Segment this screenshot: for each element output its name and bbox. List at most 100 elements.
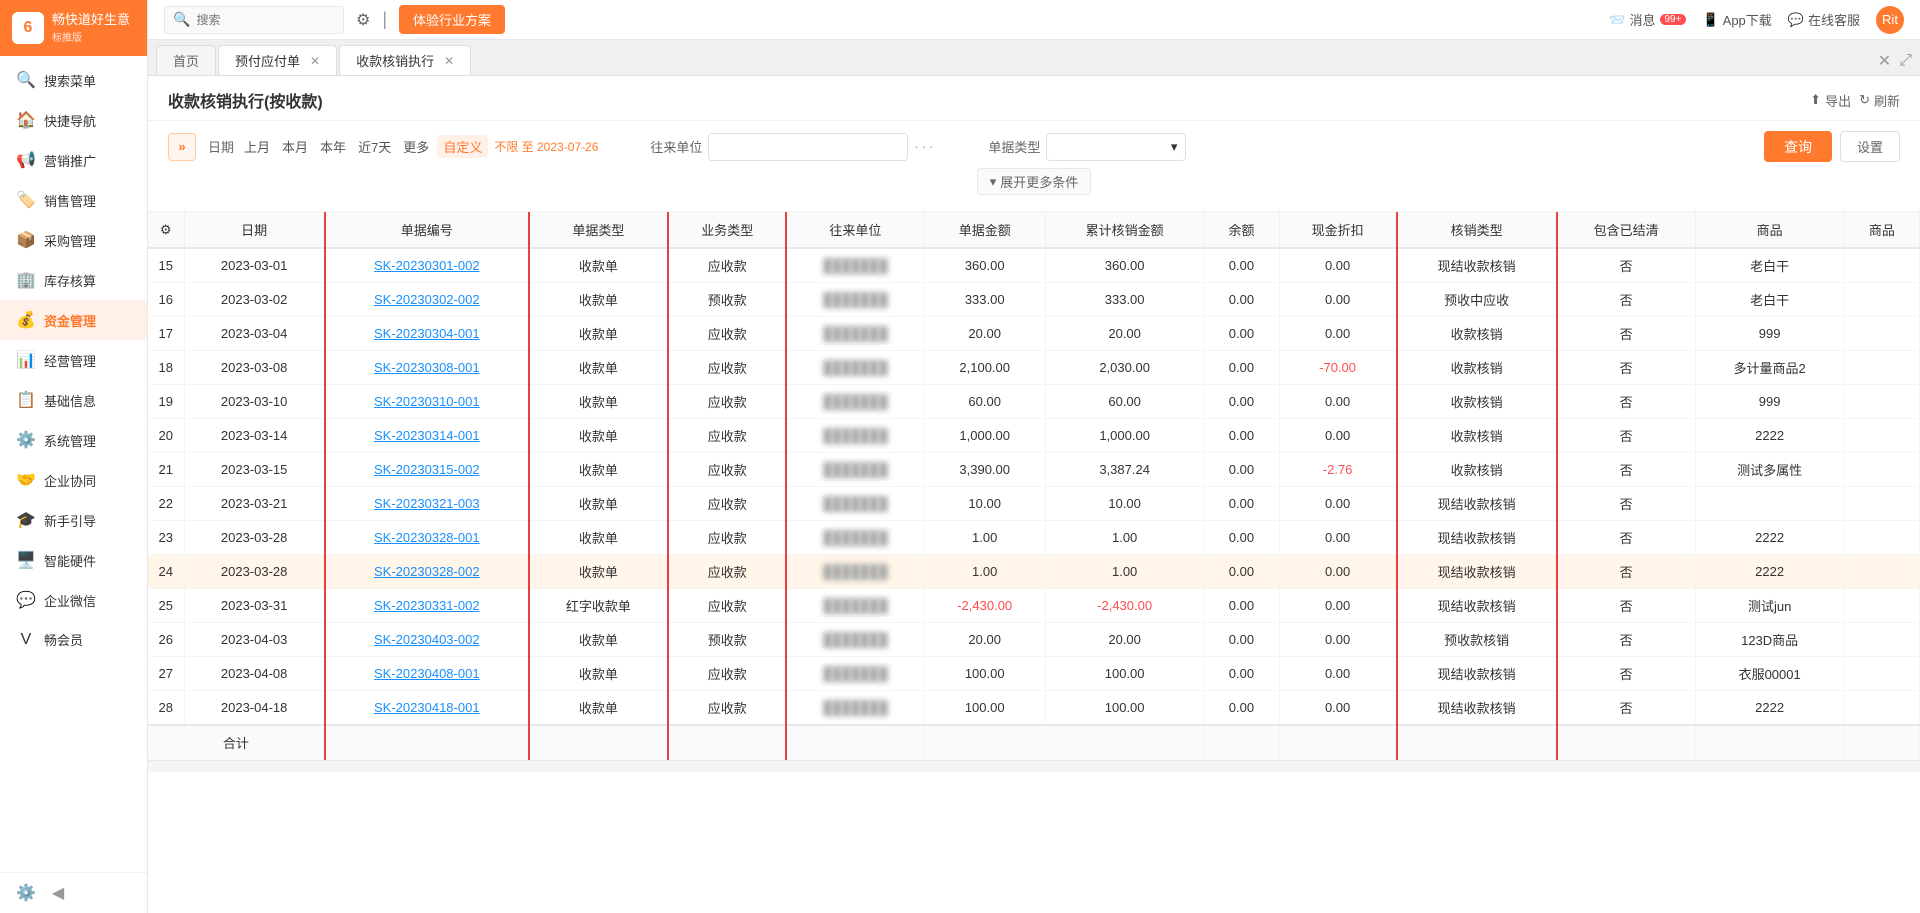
refresh-button[interactable]: ↻ 刷新 — [1859, 91, 1900, 110]
cell-slip-type: 收款单 — [529, 487, 668, 521]
message-icon: 📨 — [1609, 12, 1625, 28]
tab-collection[interactable]: 收款核销执行 ✕ — [339, 45, 471, 75]
cell-date: 2023-04-18 — [184, 691, 325, 726]
th-settings[interactable]: ⚙ — [148, 212, 184, 248]
cell-discount: 0.00 — [1279, 623, 1397, 657]
cell-verify-type: 预收款核销 — [1397, 623, 1557, 657]
slip-type-select[interactable]: ▾ — [1046, 133, 1186, 161]
slip-no-link[interactable]: SK-20230321-003 — [374, 496, 480, 511]
filter-expand-btn[interactable]: » — [168, 133, 196, 161]
slip-no-link[interactable]: SK-20230310-001 — [374, 394, 480, 409]
topbar-industry-btn[interactable]: 体验行业方案 — [399, 5, 505, 34]
date-this-month[interactable]: 本月 — [278, 135, 312, 158]
sidebar: 6 畅快道好生意 标推版 🔍 搜索菜单 🏠 快捷导航 📢 营销推广 🏷️ 销售管… — [0, 0, 148, 913]
topbar-service[interactable]: 💬 在线客服 — [1788, 10, 1860, 29]
date-more[interactable]: 更多 — [399, 135, 433, 158]
cell-no: 19 — [148, 385, 184, 419]
cell-amount: 100.00 — [924, 657, 1045, 691]
sidebar-item-hardware[interactable]: 🖥️ 智能硬件 — [0, 540, 147, 580]
system-icon: ⚙️ — [16, 430, 36, 450]
sidebar-item-member-label: 畅会员 — [44, 630, 83, 649]
tab-prepay-close[interactable]: ✕ — [310, 54, 320, 68]
tab-home[interactable]: 首页 — [156, 45, 216, 75]
cell-partner: ███████ — [786, 521, 924, 555]
sidebar-item-purchase[interactable]: 📦 采购管理 — [0, 220, 147, 260]
tab-collection-close[interactable]: ✕ — [444, 54, 454, 68]
cell-no: 22 — [148, 487, 184, 521]
cell-biz-type: 应收款 — [668, 589, 786, 623]
topbar-avatar[interactable]: Rit — [1876, 6, 1904, 34]
filter-settings-button[interactable]: 设置 — [1840, 131, 1900, 162]
cell-partner: ███████ — [786, 351, 924, 385]
cell-slip-no: SK-20230302-002 — [325, 283, 529, 317]
sidebar-item-wechat[interactable]: 💬 企业微信 — [0, 580, 147, 620]
slip-no-link[interactable]: SK-20230328-002 — [374, 564, 480, 579]
cell-no: 17 — [148, 317, 184, 351]
slip-no-link[interactable]: SK-20230418-001 — [374, 700, 480, 715]
export-button[interactable]: ⬆ 导出 — [1810, 91, 1851, 110]
sidebar-item-system[interactable]: ⚙️ 系统管理 — [0, 420, 147, 460]
partner-dots[interactable]: ··· — [914, 139, 936, 154]
slip-no-link[interactable]: SK-20230315-002 — [374, 462, 480, 477]
home-icon: 🏠 — [16, 110, 36, 130]
tab-home-label: 首页 — [173, 51, 199, 70]
slip-no-link[interactable]: SK-20230331-002 — [374, 598, 480, 613]
settings-bottom-icon[interactable]: ⚙️ — [16, 883, 36, 903]
chevron-down-icon: ▾ — [1171, 139, 1178, 155]
tab-fullscreen-icon[interactable]: ⤢ — [1899, 52, 1912, 70]
expand-more-btn[interactable]: ▾ 展开更多条件 — [977, 168, 1092, 195]
slip-no-link[interactable]: SK-20230403-002 — [374, 632, 480, 647]
slip-no-link[interactable]: SK-20230408-001 — [374, 666, 480, 681]
cell-has-settled: 否 — [1557, 419, 1695, 453]
slip-no-link[interactable]: SK-20230314-001 — [374, 428, 480, 443]
sidebar-item-quicknav[interactable]: 🏠 快捷导航 — [0, 100, 147, 140]
collapse-icon[interactable]: ◀ — [52, 883, 64, 903]
slip-no-link[interactable]: SK-20230301-002 — [374, 258, 480, 273]
sidebar-item-marketing[interactable]: 📢 营销推广 — [0, 140, 147, 180]
sidebar-item-member[interactable]: V 畅会员 — [0, 620, 147, 659]
partner-blurred: ███████ — [823, 462, 887, 477]
sidebar-item-finance[interactable]: 💰 资金管理 — [0, 300, 147, 340]
cell-slip-type: 收款单 — [529, 555, 668, 589]
topbar-gear-icon[interactable]: ⚙ — [356, 10, 370, 30]
slip-no-link[interactable]: SK-20230328-001 — [374, 530, 480, 545]
sidebar-item-enterprise[interactable]: 🤝 企业协同 — [0, 460, 147, 500]
topbar-search-input[interactable] — [196, 13, 316, 27]
partner-input[interactable] — [708, 133, 908, 161]
sidebar-item-inventory[interactable]: 🏢 库存核算 — [0, 260, 147, 300]
topbar-app[interactable]: 📱 App下载 — [1702, 10, 1771, 29]
slip-no-link[interactable]: SK-20230308-001 — [374, 360, 480, 375]
sidebar-item-guide[interactable]: 🎓 新手引导 — [0, 500, 147, 540]
date-last-month[interactable]: 上月 — [240, 135, 274, 158]
sidebar-item-search[interactable]: 🔍 搜索菜单 — [0, 60, 147, 100]
finance-icon: 💰 — [16, 310, 36, 330]
cell-verify-amount: 100.00 — [1045, 657, 1203, 691]
date-this-year[interactable]: 本年 — [316, 135, 350, 158]
filter-expand-row: ▾ 展开更多条件 — [168, 162, 1900, 201]
cell-verify-type: 现结收款核销 — [1397, 657, 1557, 691]
sidebar-item-sales[interactable]: 🏷️ 销售管理 — [0, 180, 147, 220]
topbar-messages[interactable]: 📨 消息 99+ — [1609, 10, 1686, 29]
cell-biz-type: 应收款 — [668, 453, 786, 487]
guide-icon: 🎓 — [16, 510, 36, 530]
cell-date: 2023-03-08 — [184, 351, 325, 385]
sidebar-item-basic[interactable]: 📋 基础信息 — [0, 380, 147, 420]
horizontal-scrollbar[interactable] — [148, 760, 1920, 772]
tab-close-all-icon[interactable]: ✕ — [1878, 51, 1891, 71]
slip-no-link[interactable]: SK-20230302-002 — [374, 292, 480, 307]
table-row: 20 2023-03-14 SK-20230314-001 收款单 应收款 ██… — [148, 419, 1920, 453]
cell-date: 2023-03-01 — [184, 248, 325, 283]
app-icon: 📱 — [1702, 12, 1718, 28]
sidebar-item-operation[interactable]: 📊 经营管理 — [0, 340, 147, 380]
date-7days[interactable]: 近7天 — [354, 135, 395, 158]
cell-date: 2023-03-04 — [184, 317, 325, 351]
query-button[interactable]: 查询 — [1764, 131, 1832, 162]
th-verify-type: 核销类型 — [1397, 212, 1557, 248]
slip-no-link[interactable]: SK-20230304-001 — [374, 326, 480, 341]
date-custom[interactable]: 自定义 — [437, 135, 488, 158]
cell-slip-type: 收款单 — [529, 351, 668, 385]
tab-prepay[interactable]: 预付应付单 ✕ — [218, 45, 337, 75]
topbar: 🔍 ⚙ | 体验行业方案 📨 消息 99+ 📱 App下载 💬 在线客服 Rit — [148, 0, 1920, 40]
cell-product1: 衣服00001 — [1695, 657, 1844, 691]
cell-biz-type: 应收款 — [668, 691, 786, 726]
